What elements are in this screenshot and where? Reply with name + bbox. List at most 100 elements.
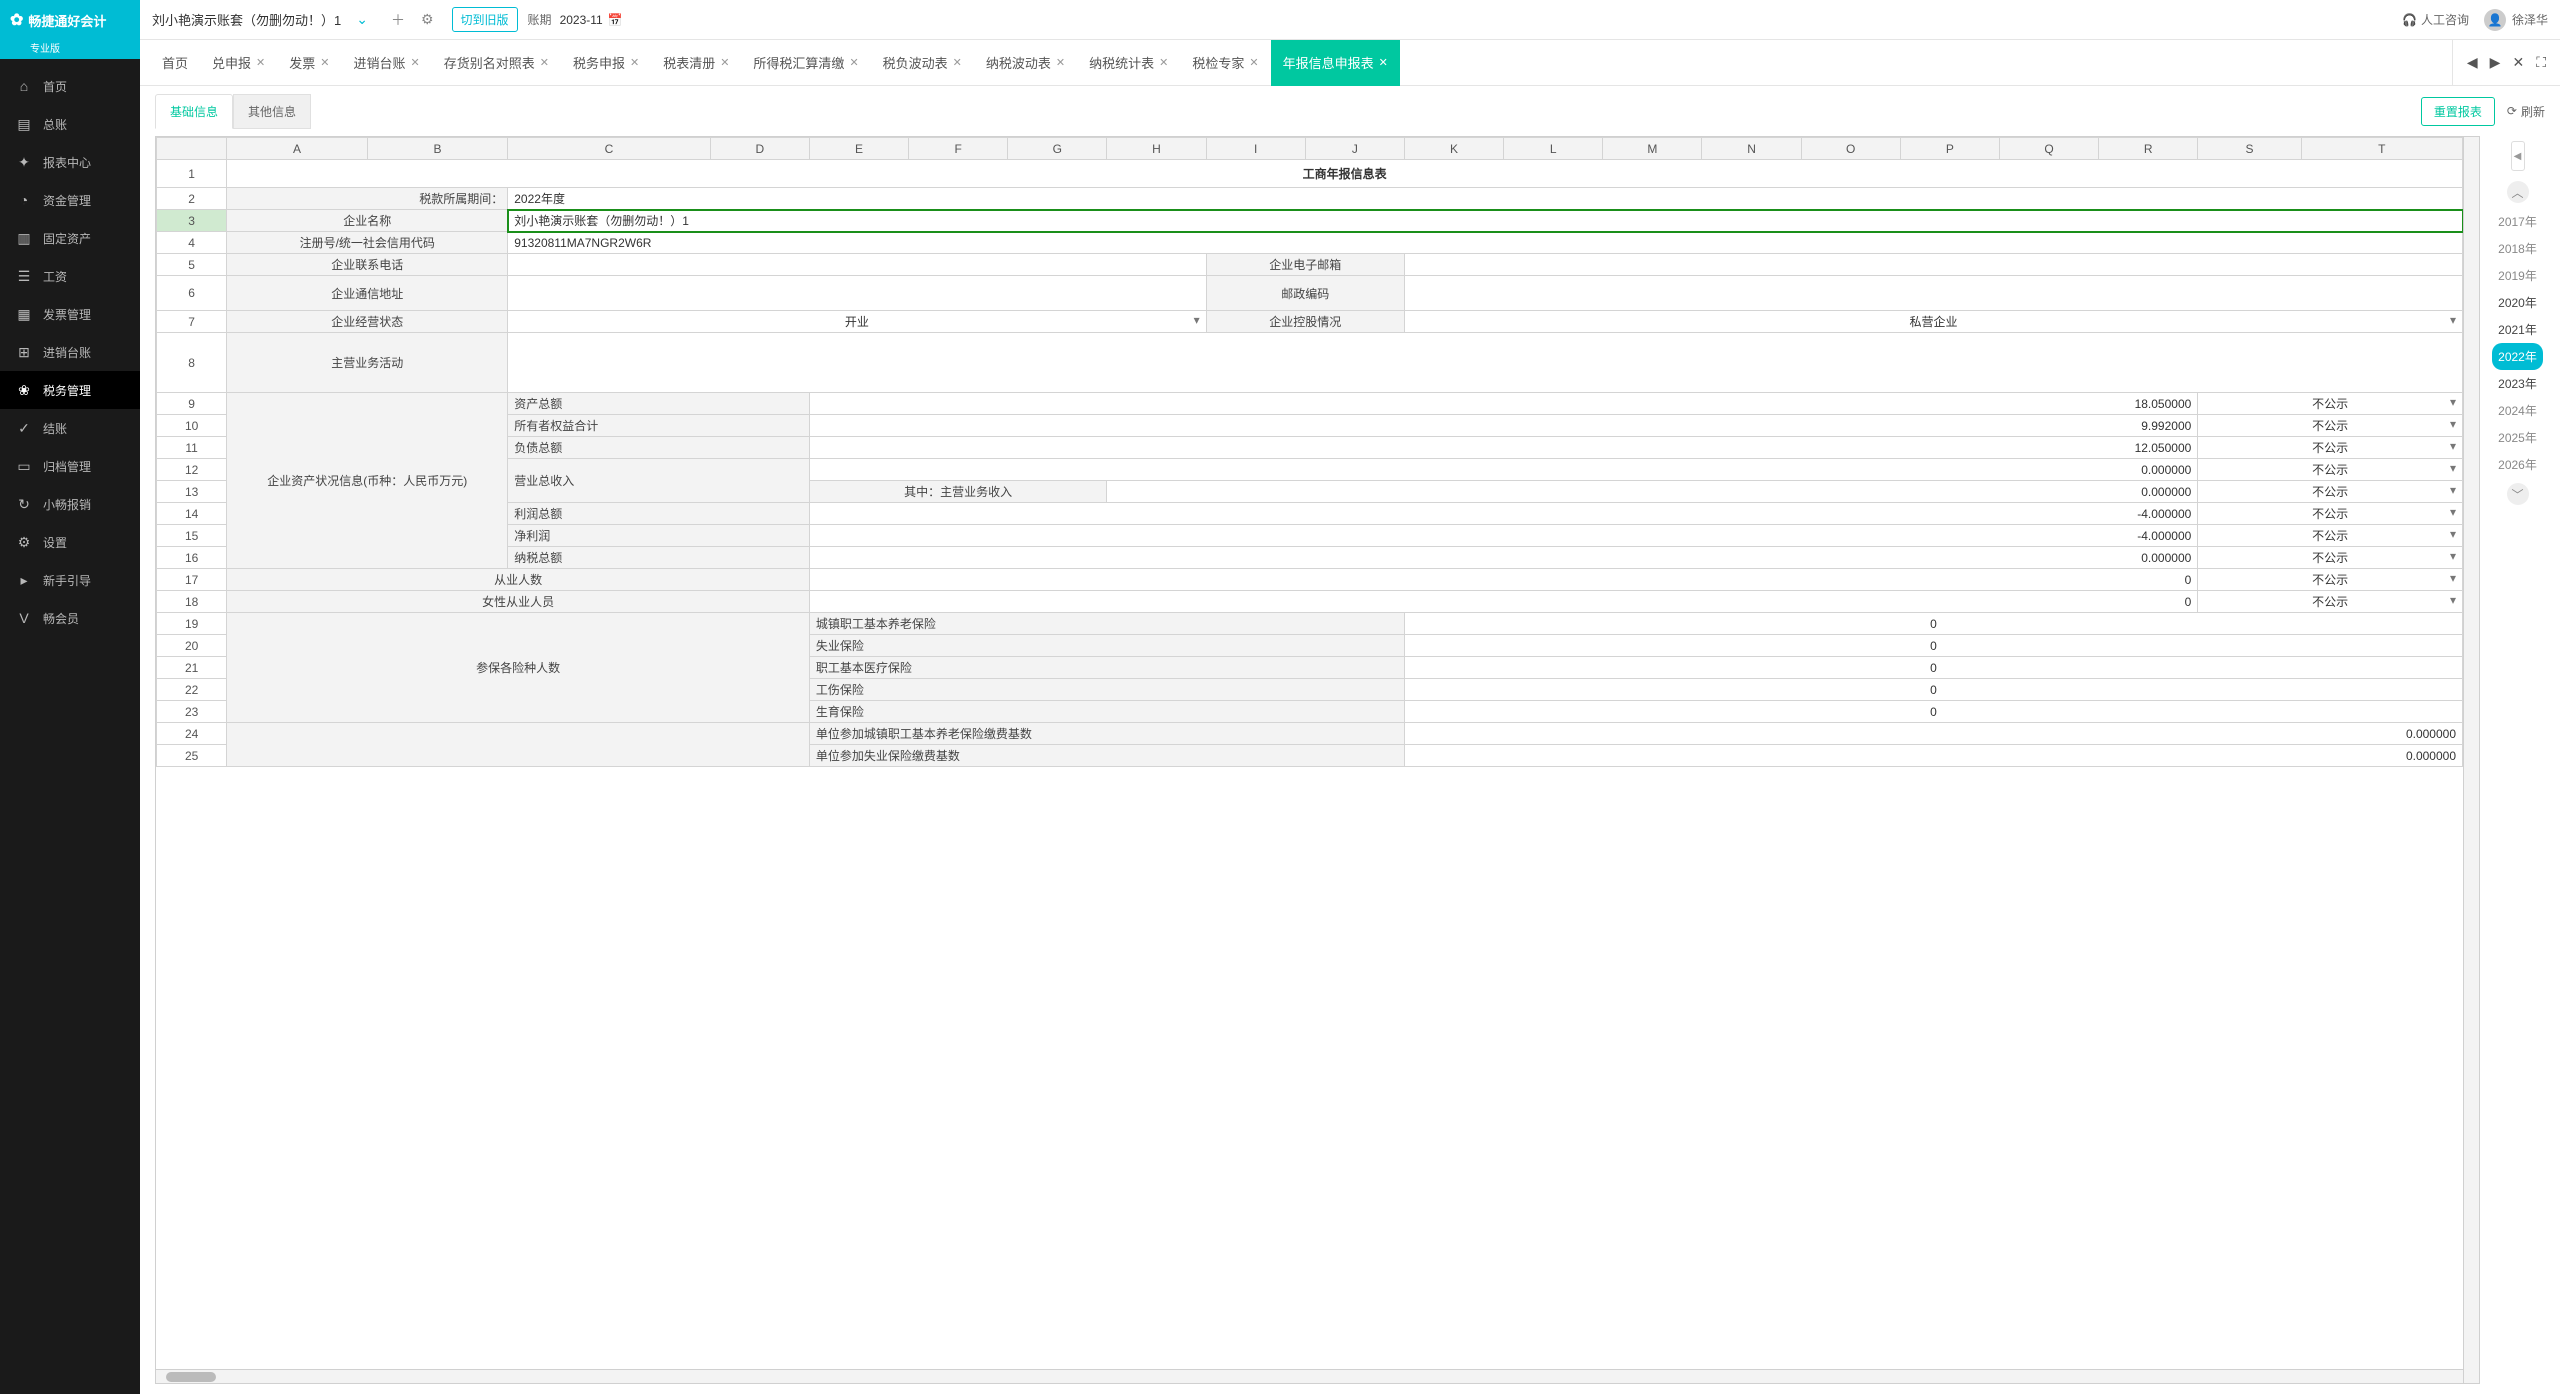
owners-equity-disclose[interactable]: 不公示: [2198, 415, 2463, 437]
row-header[interactable]: 16: [157, 547, 227, 569]
col-header[interactable]: F: [909, 138, 1008, 160]
tab[interactable]: 税检专家✕: [1180, 40, 1270, 86]
tab-close-icon[interactable]: ✕: [849, 56, 858, 69]
year-option[interactable]: 2020年: [2492, 289, 2543, 316]
total-assets-disclose[interactable]: 不公示: [2198, 393, 2463, 415]
row-header[interactable]: 8: [157, 333, 227, 393]
row-header[interactable]: 23: [157, 701, 227, 723]
row-header[interactable]: 18: [157, 591, 227, 613]
row-header[interactable]: 5: [157, 254, 227, 276]
employees-value[interactable]: 0: [809, 569, 2197, 591]
employees-disclose[interactable]: 不公示: [2198, 569, 2463, 591]
row-header[interactable]: 11: [157, 437, 227, 459]
col-header[interactable]: K: [1404, 138, 1503, 160]
year-option[interactable]: 2017年: [2492, 208, 2543, 235]
row-header[interactable]: 20: [157, 635, 227, 657]
biz-status-select[interactable]: 开业: [508, 311, 1206, 333]
row-header[interactable]: 22: [157, 679, 227, 701]
main-revenue-disclose[interactable]: 不公示: [2198, 481, 2463, 503]
avatar[interactable]: 👤: [2484, 9, 2506, 31]
tab-close-icon[interactable]: ✕: [1249, 56, 1258, 69]
col-header[interactable]: J: [1305, 138, 1404, 160]
tab-close-icon[interactable]: ✕: [256, 56, 265, 69]
row-header[interactable]: 14: [157, 503, 227, 525]
year-option[interactable]: 2018年: [2492, 235, 2543, 262]
email-value[interactable]: [1404, 254, 2462, 276]
row-header[interactable]: 12: [157, 459, 227, 481]
tab-close-icon[interactable]: ✕: [320, 56, 329, 69]
tabs-close-all-icon[interactable]: ✕: [2512, 54, 2524, 71]
year-option[interactable]: 2026年: [2492, 451, 2543, 478]
tab[interactable]: 纳税统计表✕: [1077, 40, 1180, 86]
nav-item[interactable]: ▦发票管理: [0, 295, 140, 333]
tabs-prev-icon[interactable]: ◀: [2467, 54, 2478, 71]
col-header[interactable]: N: [1702, 138, 1801, 160]
main-revenue-value[interactable]: 0.000000: [1107, 481, 2198, 503]
holding-select[interactable]: 私营企业: [1404, 311, 2462, 333]
row-header[interactable]: 25: [157, 745, 227, 767]
total-profit-value[interactable]: -4.000000: [809, 503, 2197, 525]
year-up-icon[interactable]: ︿: [2507, 181, 2529, 203]
reg-no-value[interactable]: 91320811MA7NGR2W6R: [508, 232, 2463, 254]
row-header[interactable]: 13: [157, 481, 227, 503]
switch-old-version-button[interactable]: 切到旧版: [452, 7, 518, 32]
nav-item[interactable]: ⚙设置: [0, 523, 140, 561]
refresh-button[interactable]: ⟳ 刷新: [2507, 103, 2545, 120]
unemployment-value[interactable]: 0: [1404, 635, 2462, 657]
revenue-value[interactable]: 0.000000: [809, 459, 2197, 481]
tab[interactable]: 兑申报✕: [200, 40, 277, 86]
tab[interactable]: 存货别名对照表✕: [432, 40, 561, 86]
medical-value[interactable]: 0: [1404, 657, 2462, 679]
total-liab-value[interactable]: 12.050000: [809, 437, 2197, 459]
year-option[interactable]: 2019年: [2492, 262, 2543, 289]
account-dropdown-icon[interactable]: ⌄: [356, 11, 368, 28]
nav-item[interactable]: ▭归档管理: [0, 447, 140, 485]
tab-close-icon[interactable]: ✕: [1056, 56, 1065, 69]
tax-total-value[interactable]: 0.000000: [809, 547, 2197, 569]
tab-close-icon[interactable]: ✕: [1159, 56, 1168, 69]
revenue-disclose[interactable]: 不公示: [2198, 459, 2463, 481]
year-option[interactable]: 2023年: [2492, 370, 2543, 397]
unemp-base-value[interactable]: 0.000000: [1404, 745, 2462, 767]
total-liab-disclose[interactable]: 不公示: [2198, 437, 2463, 459]
company-name-value[interactable]: 刘小艳演示账套（勿删勿动！）1: [508, 210, 2463, 232]
col-header[interactable]: E: [809, 138, 908, 160]
tab[interactable]: 进销台账✕: [341, 40, 431, 86]
col-header[interactable]: R: [2099, 138, 2198, 160]
nav-item[interactable]: ☰工资: [0, 257, 140, 295]
nav-item[interactable]: ✦报表中心: [0, 143, 140, 181]
col-header[interactable]: Q: [1999, 138, 2098, 160]
year-panel-expand-icon[interactable]: ◀: [2511, 141, 2525, 171]
calendar-icon[interactable]: 📅: [608, 13, 623, 27]
col-header[interactable]: D: [710, 138, 809, 160]
col-header[interactable]: B: [367, 138, 508, 160]
subtab-basic[interactable]: 基础信息: [155, 94, 233, 129]
pension-base-value[interactable]: 0.000000: [1404, 723, 2462, 745]
year-option[interactable]: 2024年: [2492, 397, 2543, 424]
col-header[interactable]: M: [1603, 138, 1702, 160]
nav-item[interactable]: ◔资金管理: [0, 181, 140, 219]
tab-close-icon[interactable]: ✕: [540, 56, 549, 69]
net-profit-disclose[interactable]: 不公示: [2198, 525, 2463, 547]
tab-close-icon[interactable]: ✕: [953, 56, 962, 69]
horizontal-scrollbar[interactable]: [156, 1369, 2463, 1383]
row-header[interactable]: 2: [157, 188, 227, 210]
owners-equity-value[interactable]: 9.992000: [809, 415, 2197, 437]
tab-close-icon[interactable]: ✕: [630, 56, 639, 69]
tax-total-disclose[interactable]: 不公示: [2198, 547, 2463, 569]
tab[interactable]: 年报信息申报表✕: [1271, 40, 1400, 86]
total-assets-value[interactable]: 18.050000: [809, 393, 2197, 415]
female-employees-disclose[interactable]: 不公示: [2198, 591, 2463, 613]
row-header[interactable]: 24: [157, 723, 227, 745]
corner-cell[interactable]: [157, 138, 227, 160]
nav-item[interactable]: ❀税务管理: [0, 371, 140, 409]
row-header[interactable]: 7: [157, 311, 227, 333]
address-value[interactable]: [508, 276, 1206, 311]
reset-report-button[interactable]: 重置报表: [2421, 97, 2495, 126]
nav-item[interactable]: ↻小畅报销: [0, 485, 140, 523]
row-header[interactable]: 15: [157, 525, 227, 547]
vertical-scrollbar[interactable]: [2464, 136, 2480, 1384]
nav-item[interactable]: ▤总账: [0, 105, 140, 143]
col-header[interactable]: I: [1206, 138, 1305, 160]
tab[interactable]: 税负波动表✕: [871, 40, 974, 86]
